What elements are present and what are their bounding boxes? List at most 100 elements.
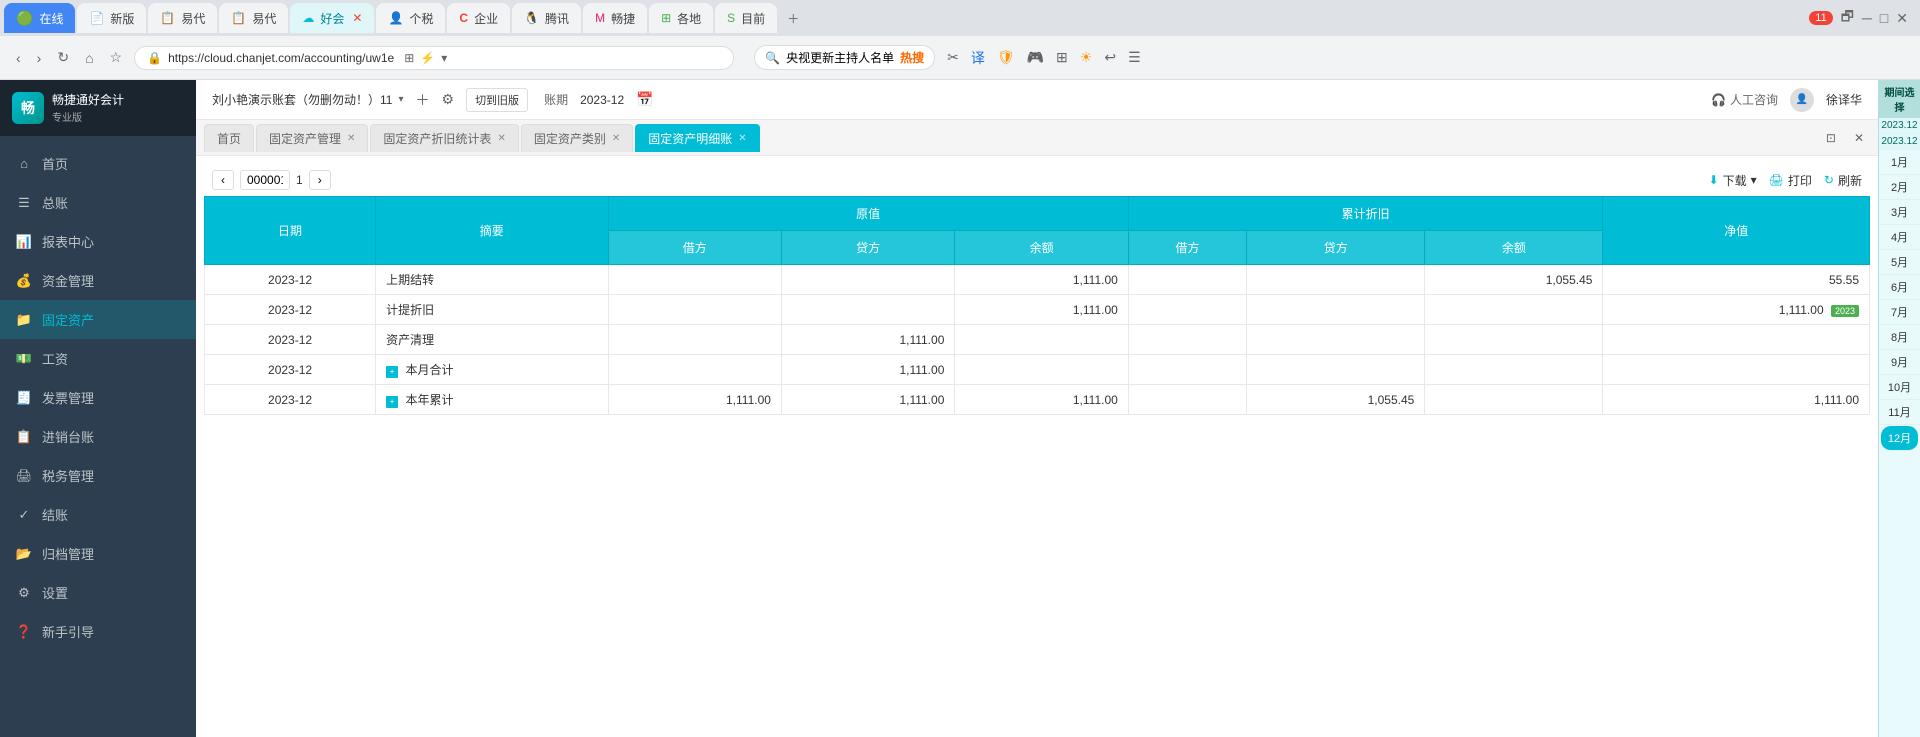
browser-tab-haohui[interactable]: ☁ 好会 ✕ [290,3,374,33]
refresh-button[interactable]: ↻ [53,45,73,70]
period-month-6[interactable]: 6月 [1879,275,1920,300]
add-book-btn[interactable]: ＋ [416,90,430,110]
bookmark-button[interactable]: ☆ [106,45,127,70]
page-code-input[interactable] [240,170,290,190]
period-date-1: 2023.12 [1879,118,1920,134]
period-month-7[interactable]: 7月 [1879,300,1920,325]
browser-tab-geshu[interactable]: 👤 个税 [376,3,445,33]
gamepad-icon[interactable]: 🎮 [1027,49,1044,66]
download-btn[interactable]: ⬇ 下载 ▾ [1709,172,1757,189]
sidebar-item-settings[interactable]: ⚙ 设置 [0,573,196,612]
translate-icon[interactable]: 译 [971,48,985,68]
invoice-icon: 🧾 [16,390,32,406]
refresh-btn[interactable]: ↻ 刷新 [1824,172,1862,189]
period-month-5[interactable]: 5月 [1879,250,1920,275]
forward-button[interactable]: › [33,46,46,70]
dropdown-arrow[interactable]: ▾ [398,94,403,105]
period-month-4[interactable]: 4月 [1879,225,1920,250]
close-window-btn[interactable]: ✕ [1848,129,1870,147]
row3-accum-credit [1247,355,1425,385]
browser-tab-mianqian[interactable]: S 目前 [715,3,777,33]
url-bar[interactable]: 🔒 https://cloud.chanjet.com/accounting/u… [134,46,734,70]
year-badge: 2023 [1831,305,1859,317]
switch-version-btn[interactable]: 切到旧版 [466,88,528,112]
tab-fixed-assets-mgmt[interactable]: 固定资产管理 ✕ [256,124,368,152]
period-month-12[interactable]: 12月 [1881,426,1918,451]
sidebar-item-guide[interactable]: ❓ 新手引导 [0,612,196,651]
grid-icon[interactable]: ⊞ [1056,49,1068,66]
tab-close-detail[interactable]: ✕ [738,133,746,144]
period-month-3[interactable]: 3月 [1879,200,1920,225]
row1-summary: 计提折旧 [376,295,608,325]
tab-fixed-assets-detail[interactable]: 固定资产明细账 ✕ [635,124,759,152]
dropdown-icon[interactable]: ▾ [441,51,447,65]
row4-orig-balance: 1,111.00 [955,385,1128,415]
print-btn[interactable]: 🖨 打印 [1769,172,1812,189]
restore-window-btn[interactable]: ⊡ [1820,129,1842,147]
calendar-icon[interactable]: 📅 [636,91,653,108]
settings-gear-icon[interactable]: ⚙ [442,91,455,108]
close-btn[interactable]: ✕ [1896,10,1908,27]
sidebar: 畅 畅捷通好会计 专业版 ⌂ 首页 ☰ 总账 📊 报表中心 💰 资金管理 [0,80,196,737]
sidebar-item-ledger[interactable]: ☰ 总账 [0,183,196,222]
notification-badge[interactable]: 11 [1809,11,1832,25]
sidebar-item-archive[interactable]: 📂 归档管理 [0,534,196,573]
sidebar-item-payroll[interactable]: 💵 工资 [0,339,196,378]
maximize-btn[interactable]: □ [1880,10,1888,26]
row2-accum-balance [1425,325,1603,355]
help-btn[interactable]: 🎧 人工咨询 [1711,91,1778,108]
theme-icon[interactable]: ☀ [1080,49,1093,66]
tab-close-depreciation-stats[interactable]: ✕ [497,133,505,144]
reports-icon: 📊 [16,234,32,250]
sidebar-item-tax[interactable]: 🖨 税务管理 [0,456,196,495]
browser-tab-qiye[interactable]: C 企业 [447,3,510,33]
restore-btn[interactable]: 🗗 [1841,6,1854,30]
sidebar-item-invoice[interactable]: 🧾 发票管理 [0,378,196,417]
browser-tab-gedi[interactable]: ⊞ 各地 [649,3,713,33]
row2-orig-balance [955,325,1128,355]
period-month-11[interactable]: 11月 [1879,400,1920,425]
back-button[interactable]: ‹ [12,46,25,70]
shield-icon[interactable]: 🛡 [997,49,1015,66]
period-sidebar: 期间选择 2023.12 2023.12 1月 2月 3月 4月 5月 6月 7… [1878,80,1920,737]
tab-depreciation-stats[interactable]: 固定资产折旧统计表 ✕ [370,124,518,152]
browser-tab-new[interactable]: 📄 新版 [77,3,146,33]
row4-accum-debit [1128,385,1246,415]
tab-home[interactable]: 首页 [204,124,254,152]
browser-tab-changjie[interactable]: M 畅捷 [583,3,647,33]
scissors-icon[interactable]: ✂ [947,49,959,66]
browser-tab-yidai1[interactable]: 📋 易代 [148,3,217,33]
sidebar-item-close-period[interactable]: ✓ 结账 [0,495,196,534]
sidebar-item-inventory[interactable]: 📋 进销台账 [0,417,196,456]
sidebar-item-funds[interactable]: 💰 资金管理 [0,261,196,300]
tab-fixed-assets-category[interactable]: 固定资产类别 ✕ [521,124,633,152]
search-bar[interactable]: 🔍 央视更新主持人名单 热搜 [754,45,935,70]
row4-accum-credit: 1,055.45 [1247,385,1425,415]
qr-icon[interactable]: ⊞ [404,51,414,65]
period-month-8[interactable]: 8月 [1879,325,1920,350]
address-bar: ‹ › ↻ ⌂ ☆ 🔒 https://cloud.chanjet.com/ac… [0,36,1920,80]
period-month-2[interactable]: 2月 [1879,175,1920,200]
sidebar-item-fixed-assets[interactable]: 📁 固定资产 [0,300,196,339]
browser-tab-yidai2[interactable]: 📋 易代 [219,3,288,33]
prev-page-btn[interactable]: ‹ [212,170,234,190]
sidebar-item-home[interactable]: ⌂ 首页 [0,144,196,183]
row3-accum-balance [1425,355,1603,385]
home-button[interactable]: ⌂ [81,46,97,70]
period-month-10[interactable]: 10月 [1879,375,1920,400]
new-tab-button[interactable]: ＋ [779,6,807,31]
browser-tab-tencent[interactable]: 🐧 腾讯 [512,3,581,33]
lightning-icon[interactable]: ⚡ [420,51,435,65]
period-month-1[interactable]: 1月 [1879,150,1920,175]
menu-icon[interactable]: ☰ [1128,49,1141,66]
browser-tab-online[interactable]: 🟢 在线 [4,3,75,33]
fixed-assets-icon: 📁 [16,312,32,328]
tab-close-category[interactable]: ✕ [612,133,620,144]
period-month-9[interactable]: 9月 [1879,350,1920,375]
minimize-btn[interactable]: ─ [1862,10,1872,26]
sidebar-item-reports[interactable]: 📊 报表中心 [0,222,196,261]
tab-close-fixed-assets-mgmt[interactable]: ✕ [347,133,355,144]
next-page-btn[interactable]: › [309,170,331,190]
history-back-icon[interactable]: ↩ [1104,49,1116,66]
row0-net-value: 55.55 [1603,265,1870,295]
